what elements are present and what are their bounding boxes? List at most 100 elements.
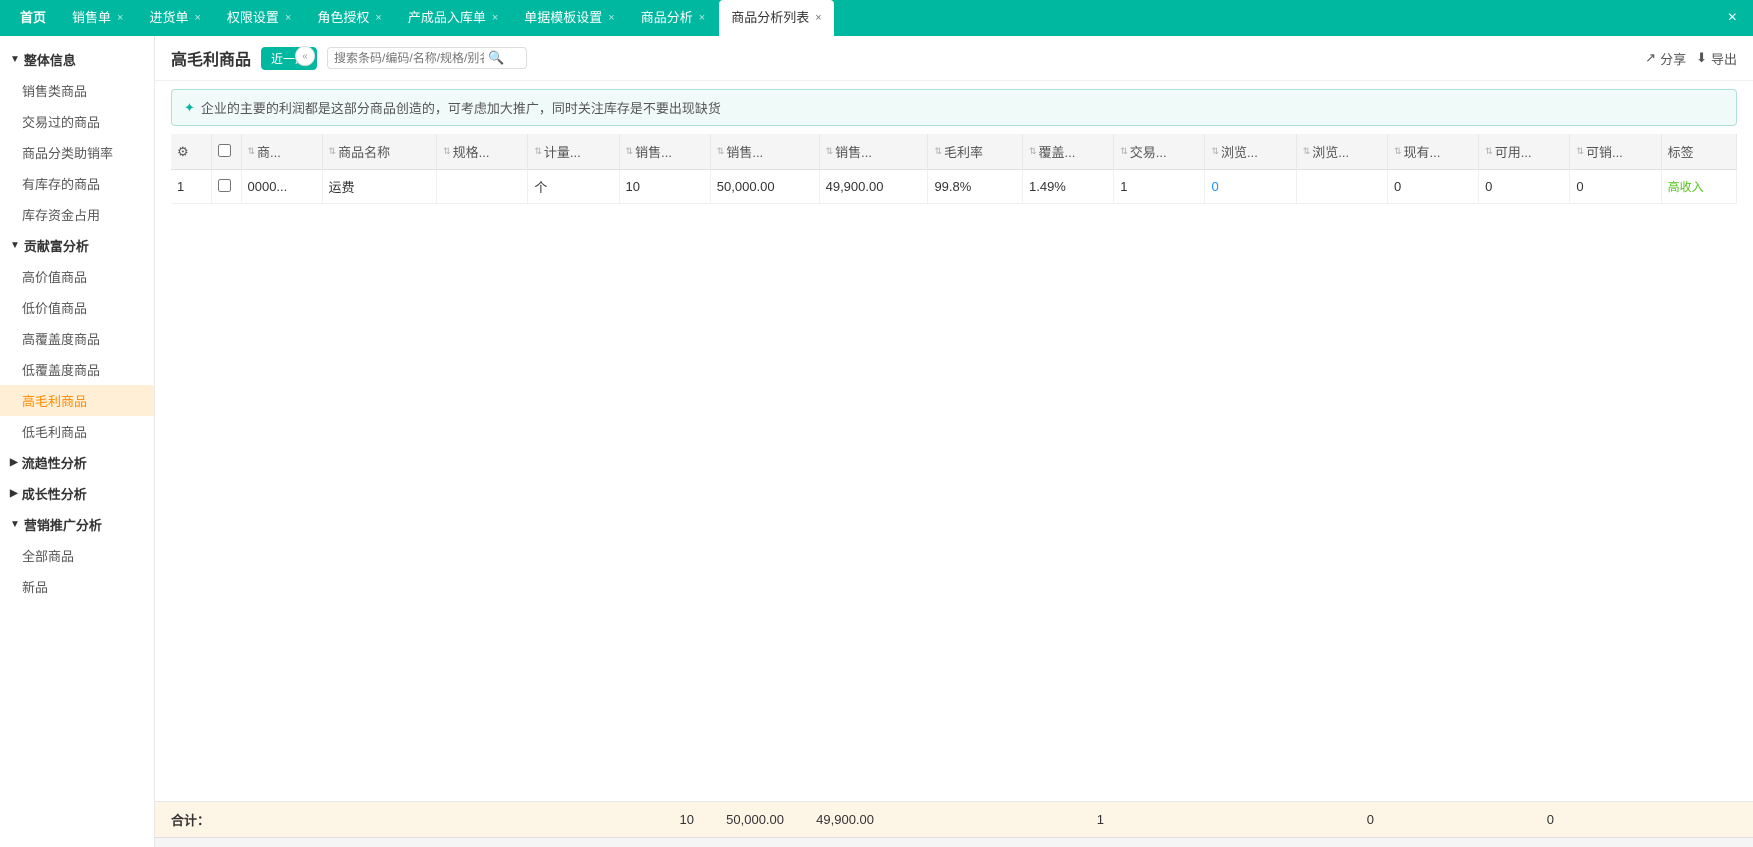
select-all-checkbox[interactable] bbox=[218, 144, 231, 157]
sidebar-item-low-value[interactable]: 低价值商品 bbox=[0, 292, 154, 323]
sidebar-item-high-margin[interactable]: 高毛利商品 bbox=[0, 385, 154, 416]
sidebar-item-high-value[interactable]: 高价值商品 bbox=[0, 261, 154, 292]
close-icon[interactable]: × bbox=[285, 0, 291, 36]
sidebar-item-in-stock[interactable]: 有库存的商品 bbox=[0, 168, 154, 199]
close-icon[interactable]: × bbox=[608, 0, 614, 36]
sidebar-collapse-button[interactable]: « bbox=[295, 46, 315, 66]
cell-checkbox[interactable] bbox=[211, 170, 241, 204]
chevron-down-icon: ▼ bbox=[10, 240, 20, 251]
sort-icon: ⇅ bbox=[1303, 146, 1311, 157]
footer-sales-qty: 10 bbox=[620, 812, 700, 827]
window-close-button[interactable]: × bbox=[1720, 9, 1745, 27]
col-browse2: ⇅浏览... bbox=[1296, 134, 1387, 170]
nav-home[interactable]: 首页 bbox=[8, 0, 58, 36]
content-area: « 高毛利商品 近一月 🔍 ↗ 分享 ⬇ 导出 ✦ 企 bbox=[155, 36, 1753, 847]
data-table-wrapper: ⚙ ⇅商... ⇅商品名称 ⇅规格... bbox=[155, 134, 1753, 801]
sidebar-group-overall[interactable]: ▼ 整体信息 bbox=[0, 44, 154, 75]
sort-icon: ⇅ bbox=[1485, 146, 1493, 157]
close-icon[interactable]: × bbox=[815, 0, 821, 36]
nav-tab-sales[interactable]: 销售单 × bbox=[60, 0, 135, 36]
cell-sales-qty: 10 bbox=[619, 170, 710, 204]
sidebar: ▼ 整体信息 销售类商品 交易过的商品 商品分类助销率 有库存的商品 库存资金占… bbox=[0, 36, 155, 847]
sort-icon: ⇅ bbox=[1211, 146, 1219, 157]
page-title: 高毛利商品 bbox=[171, 46, 251, 70]
table-row: 1 0000... 运费 个 10 50,000.00 49,900.00 99… bbox=[171, 170, 1737, 204]
chevron-right-icon: ▶ bbox=[10, 488, 18, 499]
sidebar-group-marketing[interactable]: ▼ 营销推广分析 bbox=[0, 509, 154, 540]
row-checkbox[interactable] bbox=[218, 179, 231, 192]
cell-trade: 1 bbox=[1114, 170, 1205, 204]
info-banner: ✦ 企业的主要的利润都是这部分商品创造的，可考虑加大推广，同时关注库存是不要出现… bbox=[171, 89, 1737, 126]
col-name: ⇅商品名称 bbox=[322, 134, 437, 170]
close-icon[interactable]: × bbox=[699, 0, 705, 36]
export-icon: ⬇ bbox=[1696, 50, 1707, 66]
cell-browse1[interactable]: 0 bbox=[1205, 170, 1296, 204]
horizontal-scrollbar[interactable] bbox=[155, 837, 1753, 847]
cell-index: 1 bbox=[171, 170, 211, 204]
sidebar-item-low-margin[interactable]: 低毛利商品 bbox=[0, 416, 154, 447]
sidebar-group-contribution[interactable]: ▼ 贡献富分析 bbox=[0, 230, 154, 261]
sort-icon: ⇅ bbox=[248, 146, 256, 157]
sidebar-item-stock-fund[interactable]: 库存资金占用 bbox=[0, 199, 154, 230]
sort-icon: ⇅ bbox=[1120, 146, 1128, 157]
nav-tab-role[interactable]: 角色授权 × bbox=[305, 0, 393, 36]
close-icon[interactable]: × bbox=[375, 0, 381, 36]
search-input[interactable] bbox=[334, 51, 484, 65]
sidebar-item-high-coverage[interactable]: 高覆盖度商品 bbox=[0, 323, 154, 354]
sidebar-item-new-goods[interactable]: 新品 bbox=[0, 571, 154, 602]
sort-icon: ⇅ bbox=[329, 146, 337, 157]
col-gross-margin: ⇅毛利率 bbox=[928, 134, 1023, 170]
col-code: ⇅商... bbox=[241, 134, 322, 170]
col-sales-qty: ⇅销售... bbox=[619, 134, 710, 170]
footer-total-row: 合计： 10 50,000.00 49,900.00 1 0 0 bbox=[155, 801, 1753, 837]
close-icon[interactable]: × bbox=[492, 0, 498, 36]
cell-sales-amount: 50,000.00 bbox=[710, 170, 819, 204]
nav-tab-product-in[interactable]: 产成品入库单 × bbox=[396, 0, 510, 36]
chevron-right-icon: ▶ bbox=[10, 457, 18, 468]
sidebar-item-low-coverage[interactable]: 低覆盖度商品 bbox=[0, 354, 154, 385]
sidebar-item-category-rate[interactable]: 商品分类助销率 bbox=[0, 137, 154, 168]
sidebar-group-growth[interactable]: ▶ 成长性分析 bbox=[0, 478, 154, 509]
col-sales-cost: ⇅销售... bbox=[819, 134, 928, 170]
nav-tab-permission[interactable]: 权限设置 × bbox=[215, 0, 303, 36]
product-table: ⚙ ⇅商... ⇅商品名称 ⇅规格... bbox=[171, 134, 1737, 204]
table-header-row: ⚙ ⇅商... ⇅商品名称 ⇅规格... bbox=[171, 134, 1737, 170]
sort-icon: ⇅ bbox=[1029, 146, 1037, 157]
sidebar-item-traded-goods[interactable]: 交易过的商品 bbox=[0, 106, 154, 137]
info-icon: ✦ bbox=[184, 100, 195, 116]
cell-spec bbox=[437, 170, 528, 204]
sidebar-group-trend[interactable]: ▶ 流趋性分析 bbox=[0, 447, 154, 478]
col-index: ⚙ bbox=[171, 134, 211, 170]
sidebar-item-sales-goods[interactable]: 销售类商品 bbox=[0, 75, 154, 106]
nav-tab-template[interactable]: 单据模板设置 × bbox=[512, 0, 626, 36]
close-icon[interactable]: × bbox=[117, 0, 123, 36]
footer-sellable: 0 bbox=[1480, 812, 1560, 827]
cell-available: 0 bbox=[1479, 170, 1570, 204]
sort-icon: ⇅ bbox=[826, 146, 834, 157]
close-icon[interactable]: × bbox=[194, 0, 200, 36]
search-icon[interactable]: 🔍 bbox=[488, 50, 504, 66]
cell-sales-cost: 49,900.00 bbox=[819, 170, 928, 204]
sort-icon: ⇅ bbox=[1394, 146, 1402, 157]
cell-tag: 高收入 bbox=[1661, 170, 1736, 204]
col-checkbox bbox=[211, 134, 241, 170]
share-button[interactable]: ↗ 分享 bbox=[1645, 49, 1686, 68]
total-label: 合计： bbox=[171, 810, 210, 829]
nav-tab-analysis-list[interactable]: 商品分析列表 × bbox=[719, 0, 833, 36]
nav-tab-purchase[interactable]: 进货单 × bbox=[137, 0, 212, 36]
nav-tab-analysis[interactable]: 商品分析 × bbox=[629, 0, 717, 36]
top-navigation: 首页 销售单 × 进货单 × 权限设置 × 角色授权 × 产成品入库单 × 单据… bbox=[0, 0, 1753, 36]
cell-unit: 个 bbox=[528, 170, 619, 204]
content-header: 高毛利商品 近一月 🔍 ↗ 分享 ⬇ 导出 bbox=[155, 36, 1753, 81]
sort-icon: ⇅ bbox=[443, 146, 451, 157]
cell-gross-margin: 99.8% bbox=[928, 170, 1023, 204]
settings-icon[interactable]: ⚙ bbox=[177, 144, 189, 160]
cell-coverage: 1.49% bbox=[1023, 170, 1114, 204]
sidebar-item-all-goods[interactable]: 全部商品 bbox=[0, 540, 154, 571]
sort-icon: ⇅ bbox=[717, 146, 725, 157]
footer-current-stock: 0 bbox=[1300, 812, 1380, 827]
export-button[interactable]: ⬇ 导出 bbox=[1696, 49, 1737, 68]
col-sellable: ⇅可销... bbox=[1570, 134, 1661, 170]
col-tag: 标签 bbox=[1661, 134, 1736, 170]
col-browse1: ⇅浏览... bbox=[1205, 134, 1296, 170]
